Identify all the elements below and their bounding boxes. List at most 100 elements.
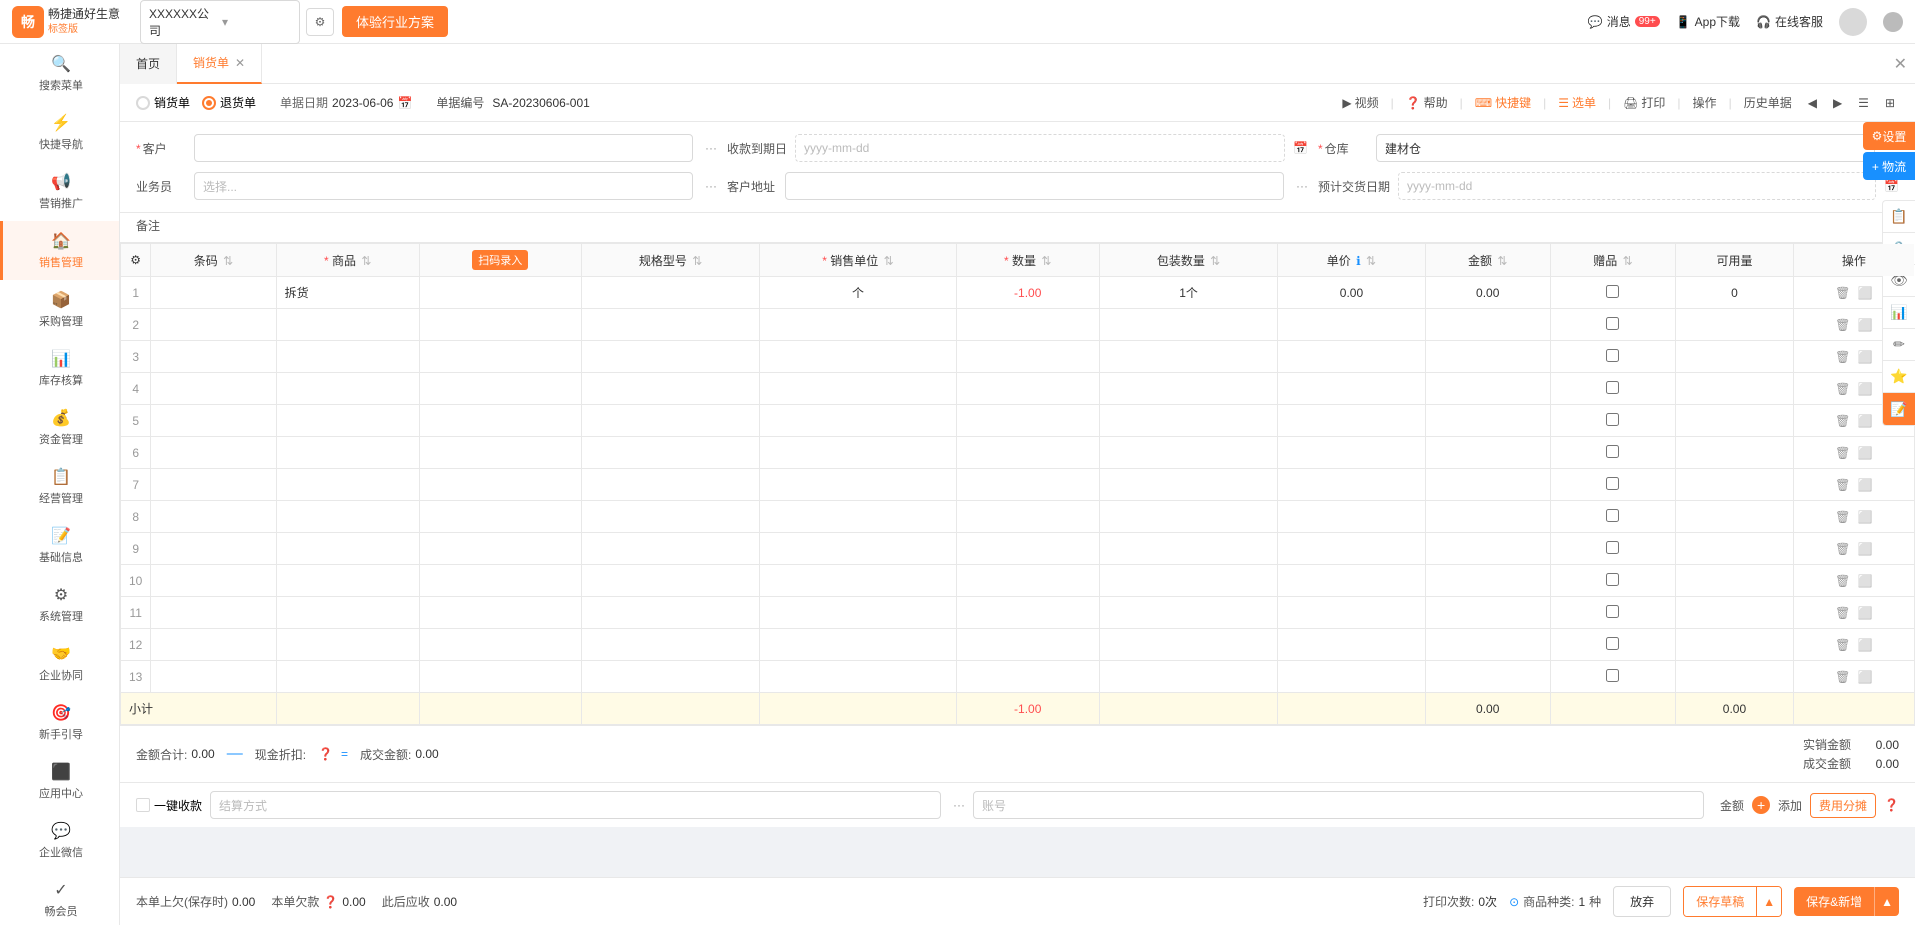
cell-amount[interactable]	[1425, 629, 1550, 661]
cell-gift[interactable]	[1550, 533, 1675, 565]
payment-method-input[interactable]: 结算方式	[210, 791, 941, 819]
cell-gift[interactable]	[1550, 405, 1675, 437]
cell-qty[interactable]	[956, 405, 1099, 437]
customer-addr-dots-button[interactable]: ···	[1296, 179, 1308, 193]
cell-pack-qty[interactable]	[1099, 309, 1278, 341]
unit-sort-icon[interactable]: ⇅	[884, 254, 894, 268]
cell-barcode[interactable]	[151, 661, 276, 693]
copy-icon[interactable]: ⬜	[1858, 350, 1873, 364]
radio-return[interactable]: 退货单	[202, 94, 256, 111]
cell-pack-qty[interactable]	[1099, 501, 1278, 533]
cell-pack-qty[interactable]	[1099, 469, 1278, 501]
customer-dots-button[interactable]: ···	[705, 141, 717, 155]
cell-product[interactable]	[276, 437, 419, 469]
cell-gift[interactable]	[1550, 629, 1675, 661]
cell-unit[interactable]	[760, 309, 956, 341]
help-btn[interactable]: ❓ 帮助	[1402, 92, 1452, 113]
cell-product[interactable]	[276, 533, 419, 565]
calc-help-icon[interactable]: ❓	[318, 747, 333, 761]
sidebar-item-inventory[interactable]: 📊 库存核算	[0, 339, 119, 398]
sidebar-item-guide[interactable]: 🎯 新手引导	[0, 693, 119, 752]
cell-unit[interactable]	[760, 501, 956, 533]
cell-gift[interactable]	[1550, 597, 1675, 629]
cell-gift[interactable]	[1550, 373, 1675, 405]
save-draft-button[interactable]: 保存草稿	[1684, 887, 1757, 916]
cell-product[interactable]	[276, 629, 419, 661]
cell-pack-qty[interactable]	[1099, 629, 1278, 661]
total-debt-help-icon[interactable]: ❓	[323, 895, 338, 909]
cell-unit[interactable]	[760, 565, 956, 597]
cell-barcode[interactable]	[151, 501, 276, 533]
copy-icon[interactable]: ⬜	[1858, 606, 1873, 620]
delete-icon[interactable]: 🗑	[1835, 446, 1850, 460]
radio-sales[interactable]: 销货单	[136, 94, 190, 111]
salesperson-dots-button[interactable]: ···	[705, 179, 717, 193]
sidebar-item-enterprise[interactable]: 🤝 企业协同	[0, 634, 119, 693]
delete-icon[interactable]: 🗑	[1835, 574, 1850, 588]
cell-qty[interactable]	[956, 565, 1099, 597]
cell-amount[interactable]	[1425, 533, 1550, 565]
cell-pack-qty[interactable]	[1099, 597, 1278, 629]
cell-barcode[interactable]	[151, 629, 276, 661]
app-download-button[interactable]: 📱 App下载	[1676, 13, 1740, 30]
cell-unit-price[interactable]	[1278, 405, 1425, 437]
cell-qty[interactable]	[956, 469, 1099, 501]
warehouse-input[interactable]: 建材仓	[1376, 134, 1875, 162]
one-click-payment[interactable]: 一键收款	[136, 797, 202, 814]
delete-icon[interactable]: 🗑	[1835, 478, 1850, 492]
cell-barcode[interactable]	[151, 309, 276, 341]
customer-input[interactable]	[194, 134, 693, 162]
payment-account-input[interactable]: 账号	[973, 791, 1704, 819]
cell-unit-price[interactable]	[1278, 501, 1425, 533]
cell-unit-price[interactable]	[1278, 533, 1425, 565]
cell-qty[interactable]	[956, 661, 1099, 693]
cell-product[interactable]	[276, 469, 419, 501]
cell-amount[interactable]	[1425, 469, 1550, 501]
cell-pack-qty[interactable]	[1099, 437, 1278, 469]
cell-spec[interactable]	[581, 597, 760, 629]
sidebar-item-marketing[interactable]: 📢 营销推广	[0, 162, 119, 221]
cell-unit-price[interactable]	[1278, 597, 1425, 629]
cell-qty[interactable]	[956, 437, 1099, 469]
gift-sort-icon[interactable]: ⇅	[1623, 254, 1633, 268]
sidebar-item-purchase[interactable]: 📦 采购管理	[0, 280, 119, 339]
expense-split-button[interactable]: 费用分摊	[1810, 793, 1876, 818]
cell-qty[interactable]	[956, 341, 1099, 373]
select-order-btn[interactable]: ☰ 选单	[1554, 92, 1600, 113]
due-date-calendar-icon[interactable]: 📅	[1293, 141, 1308, 155]
cell-unit[interactable]: 个	[760, 277, 956, 309]
cell-unit-price[interactable]	[1278, 469, 1425, 501]
float-btn-5[interactable]: ✏	[1883, 329, 1915, 361]
save-draft-dropdown-button[interactable]: ▲	[1757, 887, 1781, 916]
cell-pack-qty[interactable]	[1099, 565, 1278, 597]
sidebar-item-basic[interactable]: 📝 基础信息	[0, 516, 119, 575]
cell-unit[interactable]	[760, 341, 956, 373]
user-avatar2[interactable]	[1883, 12, 1903, 32]
cell-amount[interactable]: 0.00	[1425, 277, 1550, 309]
cell-unit[interactable]	[760, 373, 956, 405]
cell-unit[interactable]	[760, 629, 956, 661]
cell-unit-price[interactable]	[1278, 373, 1425, 405]
sidebar-item-finance[interactable]: 💰 资金管理	[0, 398, 119, 457]
delete-icon[interactable]: 🗑	[1835, 670, 1850, 684]
cell-amount[interactable]	[1425, 309, 1550, 341]
copy-icon[interactable]: ⬜	[1858, 510, 1873, 524]
cell-barcode[interactable]	[151, 341, 276, 373]
copy-icon[interactable]: ⬜	[1858, 670, 1873, 684]
qty-sort-icon[interactable]: ⇅	[1041, 254, 1051, 268]
nav-prev-btn[interactable]: ◀	[1804, 94, 1821, 112]
cell-barcode[interactable]	[151, 373, 276, 405]
cell-qty[interactable]	[956, 373, 1099, 405]
cell-qty[interactable]: -1.00	[956, 277, 1099, 309]
price-info-icon[interactable]: ℹ	[1356, 254, 1361, 268]
expected-date-input[interactable]: yyyy-mm-dd	[1398, 172, 1876, 200]
delete-icon[interactable]: 🗑	[1835, 286, 1850, 300]
delete-icon[interactable]: 🗑	[1835, 318, 1850, 332]
online-service-button[interactable]: 🎧 在线客服	[1756, 13, 1823, 30]
cell-unit[interactable]	[760, 437, 956, 469]
cell-qty[interactable]	[956, 629, 1099, 661]
cell-product[interactable]	[276, 501, 419, 533]
cell-barcode[interactable]	[151, 437, 276, 469]
cell-spec[interactable]	[581, 341, 760, 373]
float-btn-6[interactable]: ⭐	[1883, 361, 1915, 393]
